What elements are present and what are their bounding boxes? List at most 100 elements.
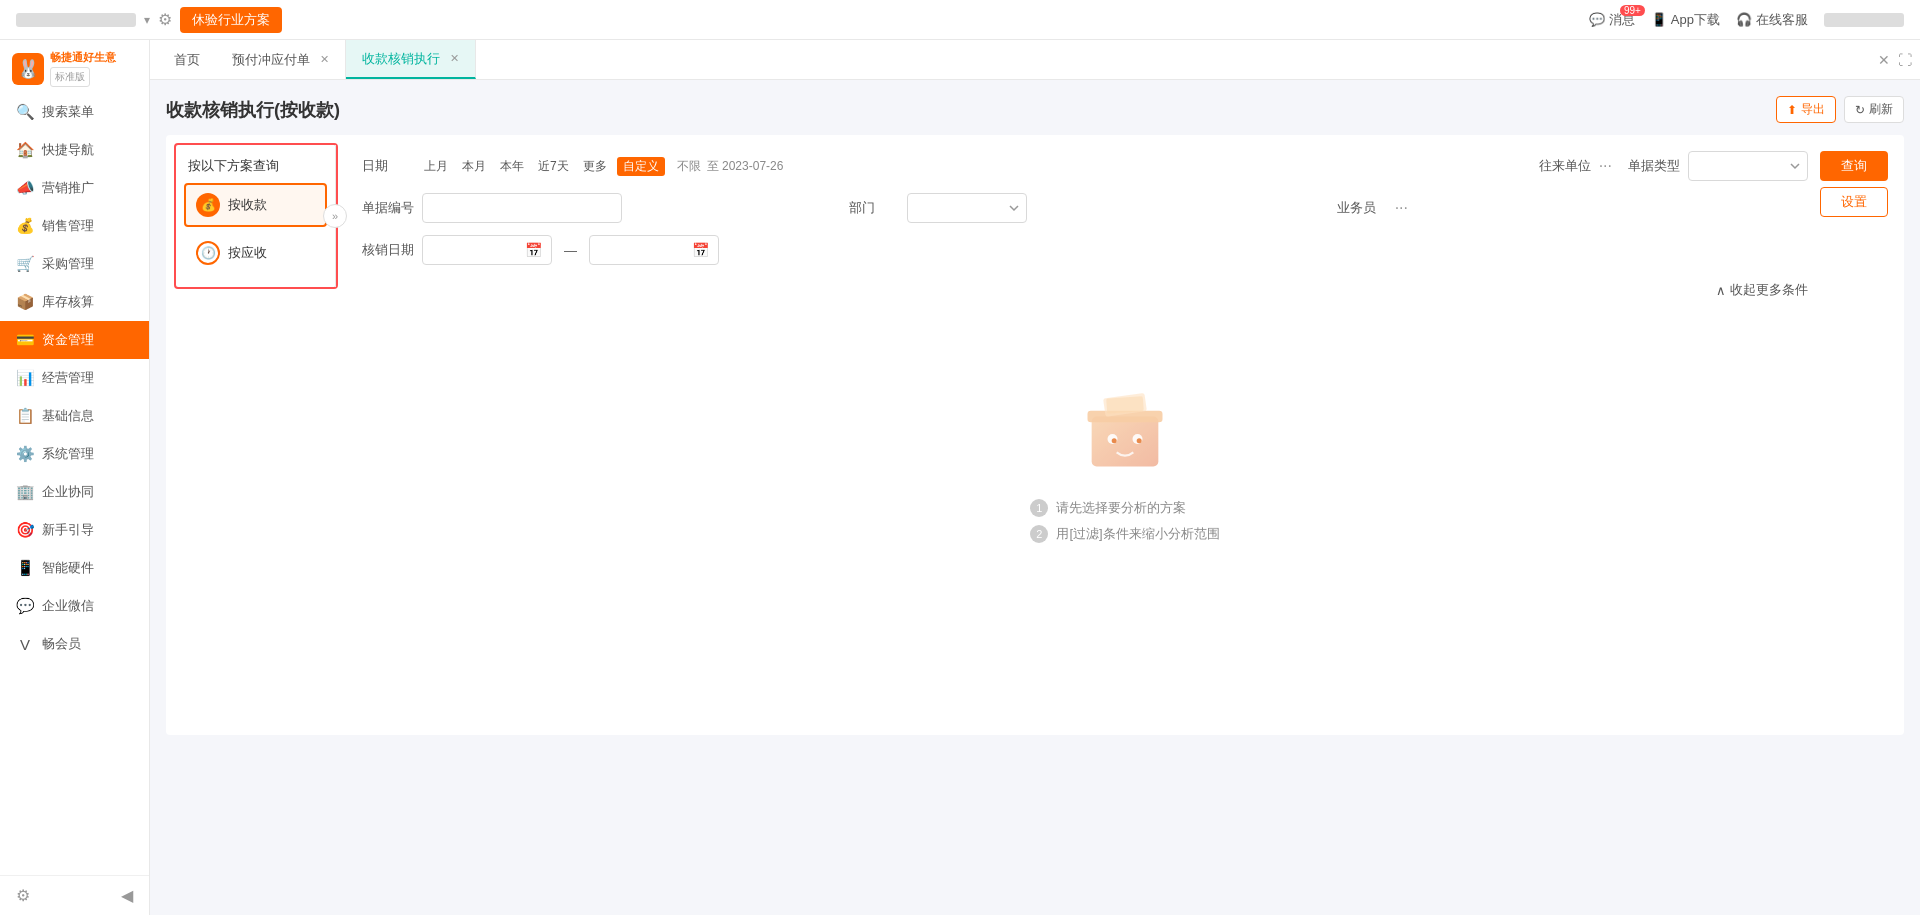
counterpart-dots[interactable]: ··· [1599, 157, 1612, 175]
sidebar-item-enterprise[interactable]: 🏢 企业协同 [0, 473, 149, 511]
sidebar-label-purchase: 采购管理 [42, 255, 94, 273]
top-header: ▾ ⚙ 休验行业方案 💬 消息 99+ 📱 App下载 🎧 在线客服 [0, 0, 1920, 40]
date-field: 日期 上月 本月 本年 近7天 更多 自定义 不限 [362, 157, 783, 176]
app-download-btn[interactable]: 📱 App下载 [1651, 11, 1720, 29]
collapse-chevron-icon: ∧ [1716, 283, 1726, 298]
tab-prepay[interactable]: 预付冲应付单 ✕ [216, 40, 346, 79]
date-this-year[interactable]: 本年 [496, 157, 528, 176]
refresh-btn[interactable]: ↻ 刷新 [1844, 96, 1904, 123]
salesperson-field: 业务员 ··· [1337, 199, 1808, 217]
date-custom[interactable]: 自定义 [617, 157, 665, 176]
tab-collection-verify[interactable]: 收款核销执行 ✕ [346, 40, 476, 79]
footer-settings-icon[interactable]: ⚙ [16, 886, 30, 905]
tab-home[interactable]: 首页 [158, 40, 216, 79]
message-icon: 💬 [1589, 12, 1605, 27]
header-gear-icon[interactable]: ⚙ [158, 10, 172, 29]
empty-state: 1 请先选择要分析的方案 2 用[过滤]条件来缩小分析范围 [362, 299, 1888, 623]
sidebar-item-wechat[interactable]: 💬 企业微信 [0, 587, 149, 625]
sidebar-item-member[interactable]: V 畅会员 [0, 625, 149, 663]
voucher-type-select[interactable] [1688, 151, 1808, 181]
filter-collapse-btn[interactable]: » [323, 204, 347, 228]
member-icon: V [16, 636, 34, 653]
export-btn[interactable]: ⬆ 导出 [1776, 96, 1836, 123]
sidebar-item-hardware[interactable]: 📱 智能硬件 [0, 549, 149, 587]
date-last-month[interactable]: 上月 [420, 157, 452, 176]
messages-badge: 99+ [1620, 5, 1645, 16]
sidebar-badge: 标准版 [50, 67, 90, 87]
industry-btn[interactable]: 休验行业方案 [180, 7, 282, 33]
sidebar-item-quick-nav[interactable]: 🏠 快捷导航 [0, 131, 149, 169]
app-icon: 📱 [1651, 12, 1667, 27]
verify-date-end-input[interactable]: 2023-07-21 [598, 243, 688, 258]
department-select[interactable] [907, 193, 1027, 223]
date-this-month[interactable]: 本月 [458, 157, 490, 176]
wechat-icon: 💬 [16, 597, 34, 615]
search-area: 日期 上月 本月 本年 近7天 更多 自定义 不限 [362, 151, 1888, 299]
quick-nav-icon: 🏠 [16, 141, 34, 159]
tab-collection-verify-close[interactable]: ✕ [450, 52, 459, 65]
verify-date-start-input[interactable]: 2023-03-01 [431, 243, 521, 258]
sidebar-item-guide[interactable]: 🎯 新手引导 [0, 511, 149, 549]
marketing-icon: 📣 [16, 179, 34, 197]
department-label: 部门 [849, 199, 899, 217]
footer-collapse-icon[interactable]: ◀ [121, 886, 133, 905]
salesperson-dots[interactable]: ··· [1395, 199, 1408, 217]
service-icon: 🎧 [1736, 12, 1752, 27]
messages-btn[interactable]: 💬 消息 99+ [1589, 11, 1635, 29]
tab-prepay-close[interactable]: ✕ [320, 53, 329, 66]
search-content: 日期 上月 本月 本年 近7天 更多 自定义 不限 [346, 135, 1904, 735]
verify-date-start-picker[interactable]: 2023-03-01 📅 [422, 235, 552, 265]
voucher-no-input[interactable] [422, 193, 622, 223]
settings-btn[interactable]: 设置 [1820, 187, 1888, 217]
header-chevron-icon[interactable]: ▾ [144, 13, 150, 27]
sidebar-item-operations[interactable]: 📊 经营管理 [0, 359, 149, 397]
verify-date-end-picker[interactable]: 2023-07-21 📅 [589, 235, 719, 265]
sidebar-item-system[interactable]: ⚙️ 系统管理 [0, 435, 149, 473]
form-row-3: 核销日期 2023-03-01 📅 — 2023-07-21 [362, 235, 1808, 265]
sidebar-item-sales[interactable]: 💰 销售管理 [0, 207, 149, 245]
verify-date-field: 核销日期 2023-03-01 📅 — 2023-07-21 [362, 235, 1808, 265]
sidebar-item-basic-info[interactable]: 📋 基础信息 [0, 397, 149, 435]
filter-option-collection[interactable]: 💰 按收款 [184, 183, 327, 227]
hardware-icon: 📱 [16, 559, 34, 577]
main-panel: 按以下方案查询 💰 按收款 🕐 按应收 [166, 135, 1904, 735]
logo-icon: 🐰 [12, 53, 44, 85]
header-left: ▾ ⚙ 休验行业方案 [16, 7, 282, 33]
collapse-conditions-btn[interactable]: ∧ 收起更多条件 [362, 277, 1808, 299]
date-shortcuts: 上月 本月 本年 近7天 更多 自定义 不限 至 2023-07-26 [420, 157, 783, 176]
sidebar-label-finance: 资金管理 [42, 331, 94, 349]
sidebar-item-search-menu[interactable]: 🔍 搜索菜单 [0, 93, 149, 131]
sidebar-label-marketing: 营销推广 [42, 179, 94, 197]
filter-option-receivable[interactable]: 🕐 按应收 [184, 231, 327, 275]
guide-icon: 🎯 [16, 521, 34, 539]
tab-bar-close-btn[interactable]: ✕ [1878, 52, 1890, 68]
filter-panel-container: 按以下方案查询 💰 按收款 🕐 按应收 [166, 135, 346, 735]
calendar-start-icon[interactable]: 📅 [525, 242, 542, 258]
header-right: 💬 消息 99+ 📱 App下载 🎧 在线客服 [1589, 11, 1904, 29]
svg-rect-7 [1106, 396, 1144, 414]
date-label: 日期 [362, 157, 412, 175]
calendar-end-icon[interactable]: 📅 [692, 242, 709, 258]
empty-tip-1: 1 请先选择要分析的方案 [1030, 499, 1219, 517]
sidebar-item-purchase[interactable]: 🛒 采购管理 [0, 245, 149, 283]
sidebar-item-marketing[interactable]: 📣 营销推广 [0, 169, 149, 207]
date-7days[interactable]: 近7天 [534, 157, 573, 176]
sidebar-item-inventory[interactable]: 📦 库存核算 [0, 283, 149, 321]
search-btn[interactable]: 查询 [1820, 151, 1888, 181]
sidebar-label-system: 系统管理 [42, 445, 94, 463]
tab-bar-expand-btn[interactable]: ⛶ [1898, 52, 1912, 68]
sidebar-footer: ⚙ ◀ [0, 875, 149, 915]
date-more[interactable]: 更多 [579, 157, 611, 176]
online-service-btn[interactable]: 🎧 在线客服 [1736, 11, 1808, 29]
header-account-blur [16, 13, 136, 27]
voucher-type-field: 单据类型 [1628, 151, 1808, 181]
logo-text: 畅捷通好生意 [50, 50, 116, 65]
page-title: 收款核销执行(按收款) [166, 98, 340, 122]
sidebar-item-finance[interactable]: 💳 资金管理 [0, 321, 149, 359]
voucher-type-label: 单据类型 [1628, 157, 1680, 175]
verify-date-label: 核销日期 [362, 241, 414, 259]
finance-icon: 💳 [16, 331, 34, 349]
export-icon: ⬆ [1787, 103, 1797, 117]
sidebar-logo: 🐰 畅捷通好生意 标准版 [0, 40, 149, 93]
sidebar-label-inventory: 库存核算 [42, 293, 94, 311]
